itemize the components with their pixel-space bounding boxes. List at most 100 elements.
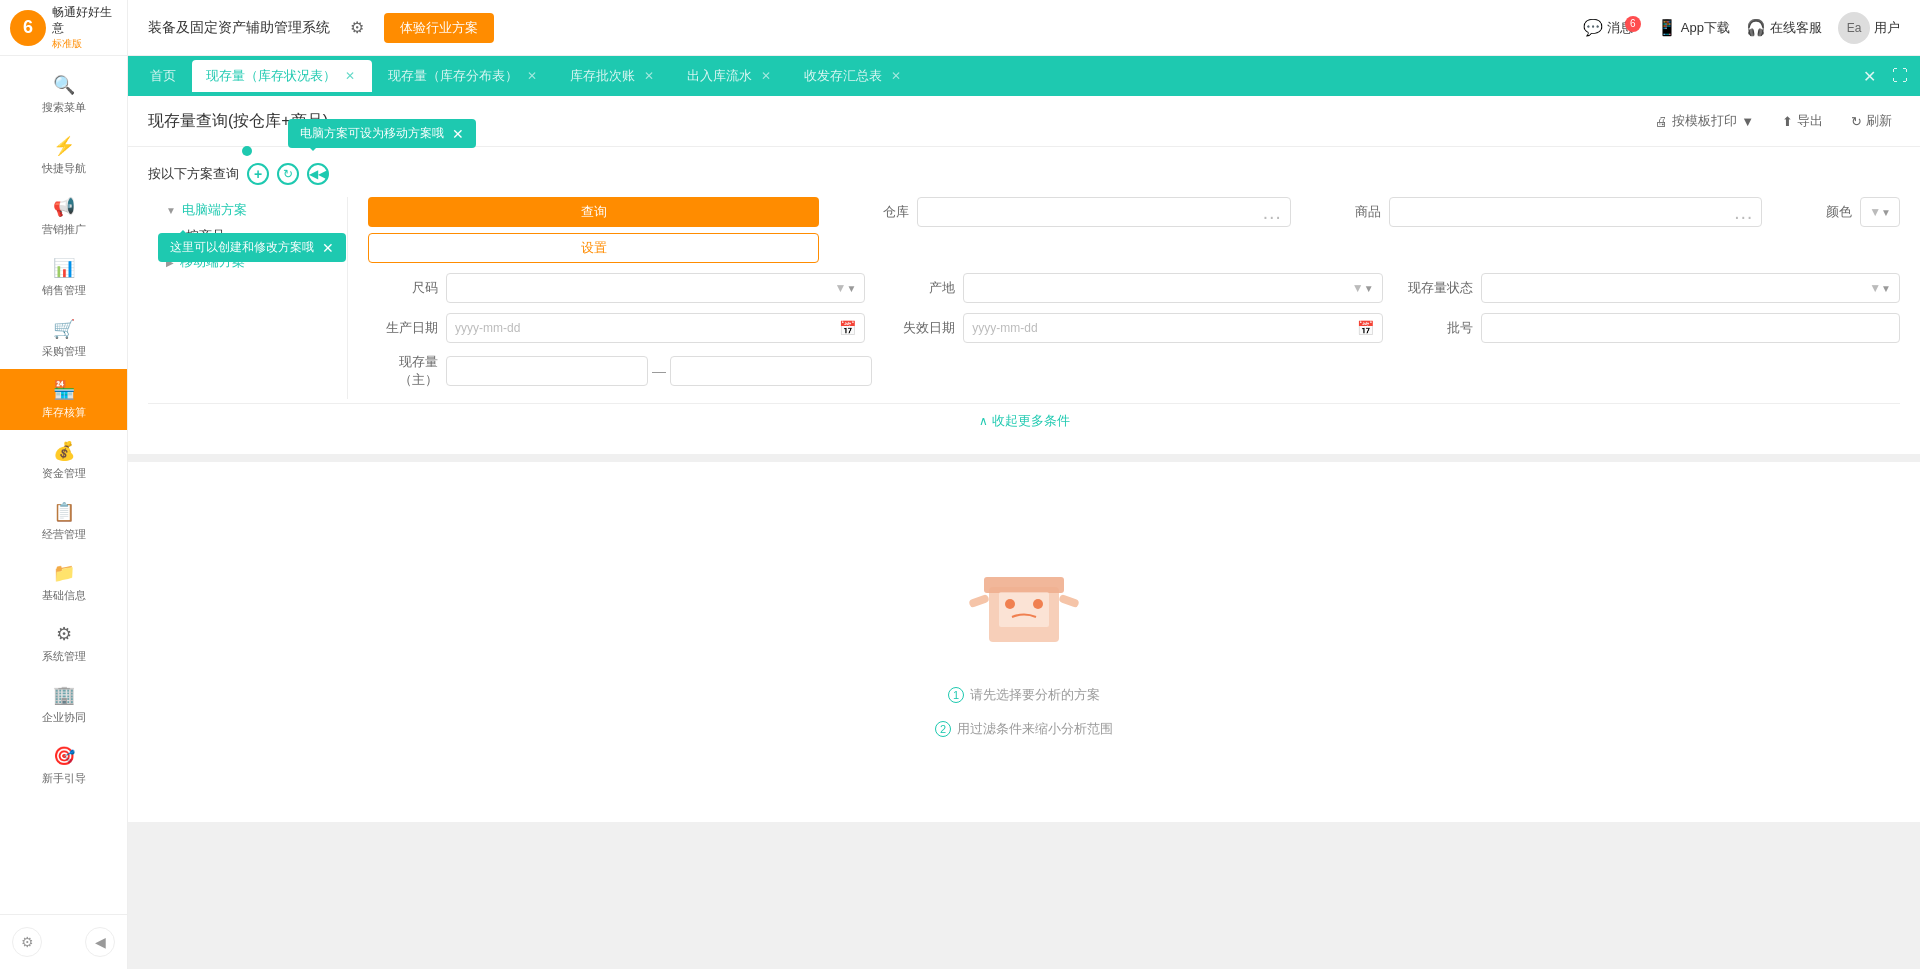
- warehouse-label: 仓库: [839, 203, 909, 221]
- size-label: 尺码: [368, 279, 438, 297]
- color-label: 颜色: [1782, 203, 1852, 221]
- tooltip1-close[interactable]: ✕: [452, 126, 464, 142]
- sidebar-item-finance[interactable]: 💰 资金管理: [0, 430, 127, 491]
- sidebar-settings-btn[interactable]: ⚙: [12, 927, 42, 957]
- filter-add-btn[interactable]: +: [247, 163, 269, 185]
- sidebar-collapse-btn[interactable]: ◀: [85, 927, 115, 957]
- desktop-scheme-item[interactable]: ▼ 电脑端方案: [158, 197, 335, 223]
- size-dropdown[interactable]: ▼: [446, 273, 865, 303]
- sidebar-item-operations[interactable]: 📋 经营管理: [0, 491, 127, 552]
- sidebar-item-purchase[interactable]: 🛒 采购管理: [0, 308, 127, 369]
- expire-date-filter-row: 失效日期 yyyy-mm-dd 📅: [885, 313, 1382, 343]
- query-button[interactable]: 查询: [368, 197, 819, 227]
- goods-input[interactable]: …: [1389, 197, 1762, 227]
- basic-info-icon: 📁: [53, 562, 75, 584]
- system-icon: ⚙: [56, 623, 72, 645]
- sidebar-item-quick-nav[interactable]: ⚡ 快捷导航: [0, 125, 127, 186]
- print-btn[interactable]: 🖨 按模板打印 ▼: [1647, 108, 1762, 134]
- filter-header: 按以下方案查询 + ↻ ◀◀ 电脑方案可设为移动方案哦 ✕: [148, 163, 1900, 185]
- tab-receive-summary-close[interactable]: ✕: [888, 68, 904, 84]
- filter-prev-btn[interactable]: ◀◀: [307, 163, 329, 185]
- collapse-row[interactable]: ∧ 收起更多条件: [148, 403, 1900, 438]
- tab-batch-account[interactable]: 库存批次账 ✕: [556, 60, 671, 92]
- sidebar-item-enterprise[interactable]: 🏢 企业协同: [0, 674, 127, 735]
- empty-step-2: 2 用过滤条件来缩小分析范围: [935, 716, 1113, 742]
- refresh-btn[interactable]: ↻ 刷新: [1843, 108, 1900, 134]
- tab-close-all-btn[interactable]: ✕: [1859, 63, 1880, 90]
- logo-area: 6 畅通好好生意 标准版: [0, 0, 127, 56]
- stock-status-dropdown[interactable]: ▼: [1481, 273, 1900, 303]
- header-left: 装备及固定资产辅助管理系统 ⚙ 体验行业方案: [148, 13, 494, 43]
- top-header: 装备及固定资产辅助管理系统 ⚙ 体验行业方案 💬 消息 6 📱 App下载 🎧 …: [128, 0, 1920, 56]
- main-content: 现存量查询(按仓库+商品) 🖨 按模板打印 ▼ ⬆ 导出 ↻ 刷新 按以下方案查…: [128, 96, 1920, 969]
- expire-date-input[interactable]: yyyy-mm-dd 📅: [963, 313, 1382, 343]
- stock-max-input[interactable]: [670, 356, 872, 386]
- tab-batch-account-close[interactable]: ✕: [641, 68, 657, 84]
- tab-inventory-dist[interactable]: 现存量（库存分布表） ✕: [374, 60, 554, 92]
- tab-home[interactable]: 首页: [136, 60, 190, 92]
- sidebar: 6 畅通好好生意 标准版 🔍 搜索菜单 ⚡ 快捷导航 📢 营销推广 📊 销售管理…: [0, 0, 128, 969]
- app-download-btn[interactable]: 📱 App下载: [1657, 18, 1730, 37]
- sidebar-item-system[interactable]: ⚙ 系统管理: [0, 613, 127, 674]
- print-dropdown-icon: ▼: [1741, 114, 1754, 129]
- notification-icon: 💬: [1583, 18, 1603, 37]
- expire-date-label: 失效日期: [885, 319, 955, 337]
- tab-in-out-flow[interactable]: 出入库流水 ✕: [673, 60, 788, 92]
- size-filter-row: 尺码 ▼: [368, 273, 865, 303]
- batch-label: 批号: [1403, 319, 1473, 337]
- user-btn[interactable]: Ea 用户: [1838, 12, 1900, 44]
- stock-status-filter-row: 现存量状态 ▼: [1403, 273, 1900, 303]
- batch-filter-row: 批号: [1403, 313, 1900, 343]
- export-icon: ⬆: [1782, 114, 1793, 129]
- support-btn[interactable]: 🎧 在线客服: [1746, 18, 1822, 37]
- sidebar-item-guide[interactable]: 🎯 新手引导: [0, 735, 127, 796]
- sidebar-item-search[interactable]: 🔍 搜索菜单: [0, 64, 127, 125]
- origin-label: 产地: [885, 279, 955, 297]
- guide-icon: 🎯: [53, 745, 75, 767]
- sidebar-item-marketing[interactable]: 📢 营销推广: [0, 186, 127, 247]
- inventory-icon: 🏪: [53, 379, 75, 401]
- empty-state: 1 请先选择要分析的方案 2 用过滤条件来缩小分析范围: [128, 462, 1920, 822]
- logo-text: 畅通好好生意 标准版: [52, 5, 117, 49]
- search-nav-icon: 🔍: [53, 74, 75, 96]
- sidebar-item-sales[interactable]: 📊 销售管理: [0, 247, 127, 308]
- svg-rect-5: [968, 594, 990, 608]
- svg-point-4: [1033, 599, 1043, 609]
- sidebar-bottom: ⚙ ◀: [0, 914, 127, 969]
- stock-main-filter-row: 现存量（主） —: [368, 353, 872, 389]
- stock-min-input[interactable]: [446, 356, 648, 386]
- sales-icon: 📊: [53, 257, 75, 279]
- operations-icon: 📋: [53, 501, 75, 523]
- trial-button[interactable]: 体验行业方案: [384, 13, 494, 43]
- header-settings-btn[interactable]: ⚙: [342, 13, 372, 43]
- logo-icon: 6: [10, 10, 46, 46]
- tab-inventory-status-close[interactable]: ✕: [342, 68, 358, 84]
- batch-input[interactable]: [1481, 313, 1900, 343]
- filter-refresh-btn[interactable]: ↻: [277, 163, 299, 185]
- tooltip-scheme-2: 这里可以创建和修改方案哦 ✕: [158, 233, 346, 262]
- origin-filter-row: 产地 ▼: [885, 273, 1382, 303]
- warehouse-input[interactable]: …: [917, 197, 1290, 227]
- sidebar-item-basic-info[interactable]: 📁 基础信息: [0, 552, 127, 613]
- support-icon: 🎧: [1746, 18, 1766, 37]
- purchase-icon: 🛒: [53, 318, 75, 340]
- tab-expand-btn[interactable]: ⛶: [1888, 63, 1912, 89]
- tab-inventory-dist-close[interactable]: ✕: [524, 68, 540, 84]
- query-btn-group: 查询 设置: [368, 197, 819, 263]
- tab-inventory-status[interactable]: 现存量（库存状况表） ✕: [192, 60, 372, 92]
- goods-label: 商品: [1311, 203, 1381, 221]
- avatar: Ea: [1838, 12, 1870, 44]
- color-dropdown[interactable]: ▼: [1860, 197, 1900, 227]
- prod-date-input[interactable]: yyyy-mm-dd 📅: [446, 313, 865, 343]
- reset-button[interactable]: 设置: [368, 233, 819, 263]
- sidebar-nav: 🔍 搜索菜单 ⚡ 快捷导航 📢 营销推广 📊 销售管理 🛒 采购管理 🏪 库存核…: [0, 56, 127, 914]
- svg-rect-2: [999, 592, 1049, 627]
- sidebar-item-inventory[interactable]: 🏪 库存核算: [0, 369, 127, 430]
- origin-dropdown[interactable]: ▼: [963, 273, 1382, 303]
- tab-in-out-flow-close[interactable]: ✕: [758, 68, 774, 84]
- tab-receive-summary[interactable]: 收发存汇总表 ✕: [790, 60, 918, 92]
- export-btn[interactable]: ⬆ 导出: [1774, 108, 1831, 134]
- notification-badge: 6: [1625, 16, 1641, 32]
- app-download-icon: 📱: [1657, 18, 1677, 37]
- tooltip2-close[interactable]: ✕: [322, 240, 334, 256]
